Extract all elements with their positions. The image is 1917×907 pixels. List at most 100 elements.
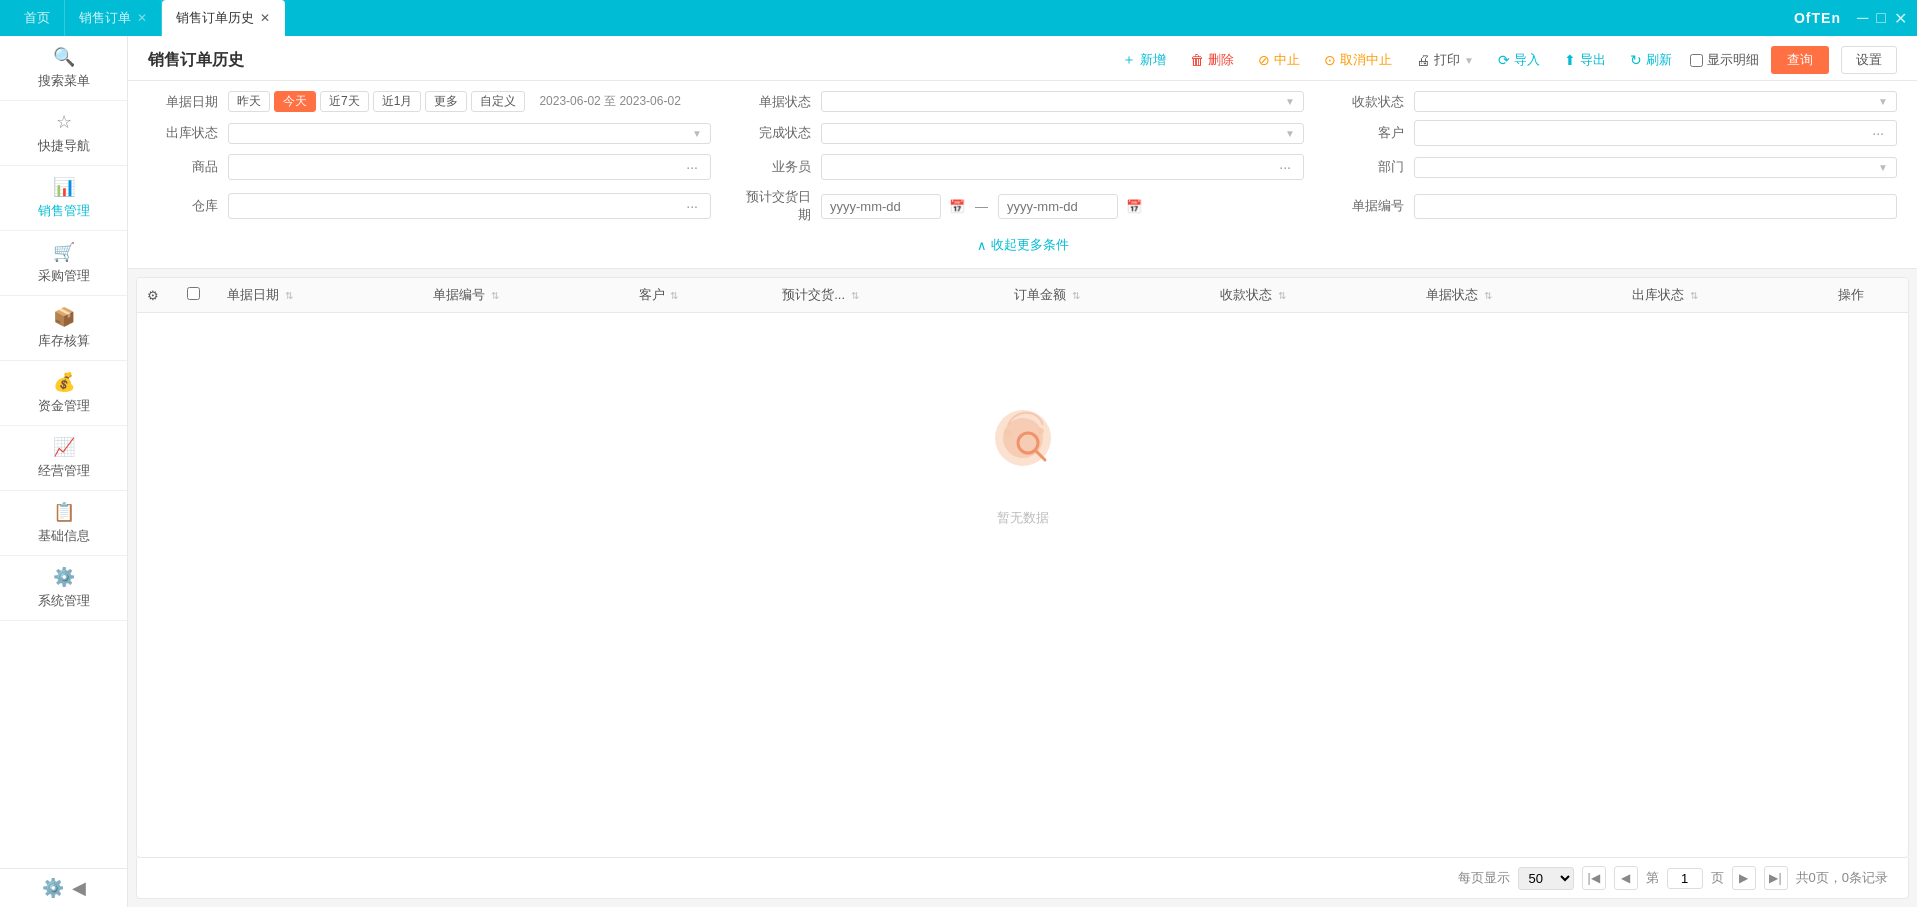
salesperson-dotdot-icon[interactable]: ··· [1275, 159, 1295, 175]
sidebar-item-quick-nav[interactable]: ☆ 快捷导航 [0, 101, 127, 166]
date-btn-more[interactable]: 更多 [425, 91, 467, 112]
delivery-date-start[interactable] [821, 194, 941, 219]
sidebar-item-sales-mgmt[interactable]: 📊 销售管理 [0, 166, 127, 231]
per-page-select[interactable]: 20 50 100 200 [1518, 867, 1574, 890]
next-page-button[interactable]: ▶ [1732, 866, 1756, 890]
th-settings[interactable]: ⚙ [137, 278, 177, 313]
bill-number-label: 单据编号 [1334, 197, 1414, 215]
date-btn-today[interactable]: 今天 [274, 91, 316, 112]
import-button[interactable]: ⟳ 导入 [1492, 48, 1546, 72]
tab-sales-order-close[interactable]: ✕ [137, 11, 147, 25]
customer-dotdot-icon[interactable]: ··· [1868, 125, 1888, 141]
department-label: 部门 [1334, 158, 1414, 176]
stop-button[interactable]: ⊘ 中止 [1252, 48, 1306, 72]
date-btn-custom[interactable]: 自定义 [471, 91, 525, 112]
th-amount[interactable]: 订单金额 ⇅ [1004, 278, 1210, 313]
complete-status-select[interactable]: ▼ [821, 123, 1304, 144]
calendar-end-icon[interactable]: 📅 [1126, 199, 1142, 214]
product-dotdot-icon[interactable]: ··· [682, 159, 702, 175]
payment-status-control: ▼ [1414, 91, 1897, 112]
print-button[interactable]: 🖨 打印 ▼ [1410, 48, 1480, 72]
customer-label: 客户 [1334, 124, 1414, 142]
date-btn-7days[interactable]: 近7天 [320, 91, 369, 112]
filter-row-3: 商品 ··· 业务员 ··· 部门 [148, 154, 1897, 180]
tab-sales-order[interactable]: 销售订单 ✕ [65, 0, 162, 36]
th-amount-sort-icon: ⇅ [1072, 290, 1080, 301]
first-page-button[interactable]: |◀ [1582, 866, 1606, 890]
tab-home[interactable]: 首页 [10, 0, 65, 36]
bill-status-select[interactable]: ▼ [821, 91, 1304, 112]
top-bar-right: OfTEn ─ □ ✕ [1794, 9, 1907, 28]
refresh-button[interactable]: ↻ 刷新 [1624, 48, 1678, 72]
page-number-input[interactable] [1667, 868, 1703, 889]
cancel-stop-button[interactable]: ⊙ 取消中止 [1318, 48, 1398, 72]
bill-number-input[interactable] [1414, 194, 1897, 219]
th-bill-status[interactable]: 单据状态 ⇅ [1416, 278, 1622, 313]
date-range-buttons: 昨天 今天 近7天 近1月 更多 自定义 [228, 91, 525, 112]
delete-button[interactable]: 🗑 删除 [1184, 48, 1240, 72]
sidebar-item-system-mgmt[interactable]: ⚙️ 系统管理 [0, 556, 127, 621]
bill-status-label: 单据状态 [741, 93, 821, 111]
date-btn-yesterday[interactable]: 昨天 [228, 91, 270, 112]
department-arrow-icon: ▼ [1878, 162, 1888, 173]
last-page-button[interactable]: ▶| [1764, 866, 1788, 890]
select-all-checkbox[interactable] [187, 287, 200, 300]
delete-icon: 🗑 [1190, 52, 1204, 68]
tab-sales-order-history[interactable]: 销售订单历史 ✕ [162, 0, 285, 36]
query-button[interactable]: 查询 [1771, 46, 1829, 74]
prev-page-button[interactable]: ◀ [1614, 866, 1638, 890]
top-bar: 首页 销售订单 ✕ 销售订单历史 ✕ OfTEn ─ □ ✕ [0, 0, 1917, 36]
sidebar-item-search-menu[interactable]: 🔍 搜索菜单 [0, 36, 127, 101]
calendar-start-icon[interactable]: 📅 [949, 199, 965, 214]
sidebar-settings-icon[interactable]: ⚙️ [42, 877, 64, 899]
refresh-label: 刷新 [1646, 51, 1672, 69]
date-btn-1month[interactable]: 近1月 [373, 91, 422, 112]
th-payment-status[interactable]: 收款状态 ⇅ [1210, 278, 1416, 313]
print-label: 打印 [1434, 51, 1460, 69]
print-icon: 🖨 [1416, 52, 1430, 68]
add-button[interactable]: ＋ 新增 [1116, 48, 1172, 72]
warehouse-dotdot-icon[interactable]: ··· [682, 198, 702, 214]
sidebar-collapse-icon[interactable]: ◀ [72, 877, 86, 899]
window-close-icon[interactable]: ✕ [1894, 9, 1907, 28]
th-date[interactable]: 单据日期 ⇅ [217, 278, 423, 313]
show-detail-label: 显示明细 [1707, 51, 1759, 69]
inventory-check-icon: 📦 [53, 306, 75, 328]
th-number-sort-icon: ⇅ [491, 290, 499, 301]
delivery-date-control: 📅 — 📅 [821, 194, 1304, 219]
data-table: ⚙ 单据日期 ⇅ 单据编号 ⇅ [137, 278, 1908, 607]
window-maximize-icon[interactable]: □ [1876, 9, 1886, 27]
delivery-date-end[interactable] [998, 194, 1118, 219]
department-select[interactable]: ▼ [1414, 157, 1897, 178]
sidebar-item-purchase-mgmt[interactable]: 🛒 采购管理 [0, 231, 127, 296]
main-layout: 🔍 搜索菜单 ☆ 快捷导航 📊 销售管理 🛒 采购管理 📦 库存核算 💰 资金管… [0, 36, 1917, 907]
page-label-2: 页 [1711, 869, 1724, 887]
sidebar-item-capital-mgmt-label: 资金管理 [38, 397, 90, 415]
total-text: 共0页，0条记录 [1796, 869, 1888, 887]
empty-state: 暂无数据 [137, 313, 1908, 607]
th-out-status[interactable]: 出库状态 ⇅ [1622, 278, 1828, 313]
sidebar-item-capital-mgmt[interactable]: 💰 资金管理 [0, 361, 127, 426]
th-delivery[interactable]: 预计交货... ⇅ [772, 278, 1004, 313]
collapse-bar[interactable]: ∧ 收起更多条件 [148, 232, 1897, 258]
out-status-select[interactable]: ▼ [228, 123, 711, 144]
filter-area: 单据日期 昨天 今天 近7天 近1月 更多 自定义 2023-06-02 至 2… [128, 81, 1917, 269]
th-customer[interactable]: 客户 ⇅ [629, 278, 772, 313]
sidebar-item-operation-mgmt[interactable]: 📈 经营管理 [0, 426, 127, 491]
tab-sales-order-history-close[interactable]: ✕ [260, 11, 270, 25]
th-checkbox[interactable] [177, 278, 217, 313]
payment-status-select[interactable]: ▼ [1414, 91, 1897, 112]
sidebar-item-basic-info[interactable]: 📋 基础信息 [0, 491, 127, 556]
th-date-sort-icon: ⇅ [285, 290, 293, 301]
show-detail-checkbox[interactable] [1690, 54, 1703, 67]
th-amount-label: 订单金额 [1014, 287, 1066, 302]
svg-point-4 [1004, 429, 1012, 437]
show-detail-checkbox-label[interactable]: 显示明细 [1690, 51, 1759, 69]
export-button[interactable]: ⬆ 导出 [1558, 48, 1612, 72]
setting-button[interactable]: 设置 [1841, 46, 1897, 74]
window-minimize-icon[interactable]: ─ [1857, 9, 1868, 27]
product-label: 商品 [148, 158, 228, 176]
sidebar-item-inventory-check[interactable]: 📦 库存核算 [0, 296, 127, 361]
salesperson-control: ··· [821, 154, 1304, 180]
th-number[interactable]: 单据编号 ⇅ [423, 278, 629, 313]
